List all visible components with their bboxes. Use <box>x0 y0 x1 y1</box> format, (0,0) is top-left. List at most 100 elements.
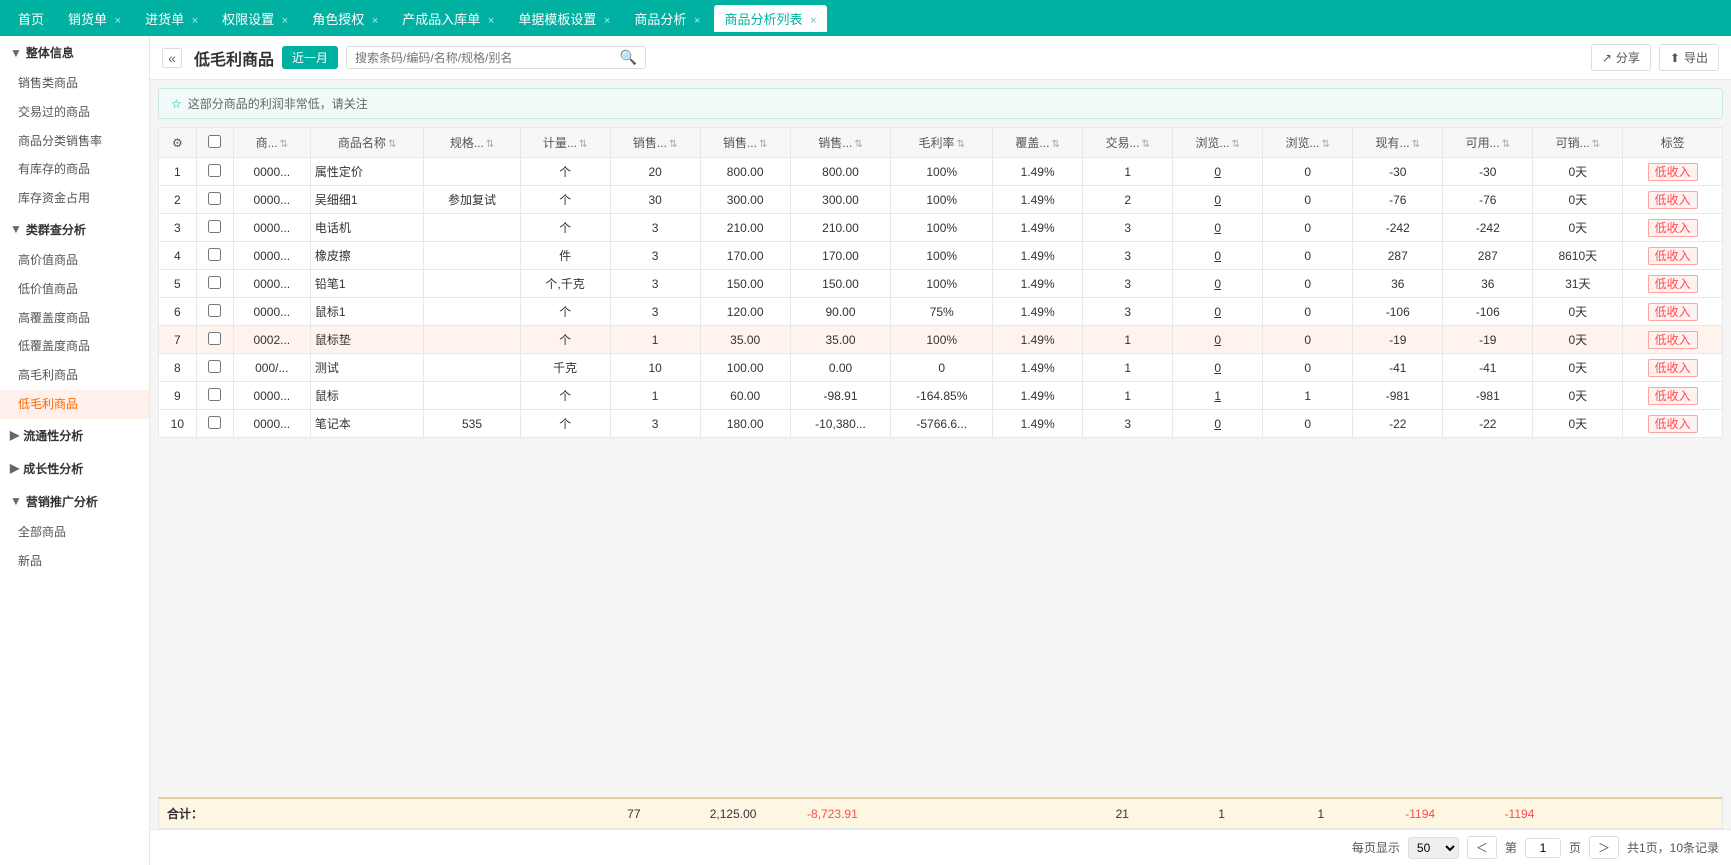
col-spec[interactable]: 规格...⇅ <box>424 128 520 158</box>
row-select-checkbox[interactable] <box>208 248 221 261</box>
nav-purchase-close[interactable]: × <box>192 15 198 27</box>
col-stock[interactable]: 现有...⇅ <box>1353 128 1443 158</box>
page-number-input[interactable] <box>1525 838 1561 858</box>
row-name[interactable]: 铅笔1 <box>310 270 424 298</box>
row-select-checkbox[interactable] <box>208 388 221 401</box>
date-filter-button[interactable]: 近一月 <box>282 46 338 69</box>
nav-products[interactable]: 产成品入库单 × <box>392 5 504 32</box>
table-wrapper[interactable]: ⚙ 商...⇅ 商品名称⇅ 规格...⇅ 计量...⇅ 销售...⇅ 销售...… <box>158 127 1723 797</box>
nav-sales[interactable]: 销货单 × <box>58 5 131 32</box>
sidebar-section-circulation[interactable]: ▶ 流通性分析 <box>0 419 149 452</box>
row-name[interactable]: 鼠标垫 <box>310 326 424 354</box>
sidebar-item-high-margin[interactable]: 高毛利商品 <box>0 361 149 390</box>
row-browse1[interactable]: 0 <box>1173 298 1263 326</box>
col-available[interactable]: 可用...⇅ <box>1443 128 1533 158</box>
row-select-checkbox[interactable] <box>208 332 221 345</box>
sidebar-section-marketing[interactable]: ▼ 营销推广分析 <box>0 485 149 518</box>
col-amount[interactable]: 销售...⇅ <box>790 128 891 158</box>
col-unit[interactable]: 计量...⇅ <box>520 128 610 158</box>
sidebar-item-stocked-products[interactable]: 有库存的商品 <box>0 155 149 184</box>
row-select-checkbox[interactable] <box>208 360 221 373</box>
sidebar-item-low-margin[interactable]: 低毛利商品 <box>0 390 149 419</box>
row-browse1[interactable]: 0 <box>1173 242 1263 270</box>
row-checkbox[interactable] <box>196 298 233 326</box>
search-input[interactable] <box>355 51 620 65</box>
sidebar-item-new-products[interactable]: 新品 <box>0 547 149 576</box>
col-qty[interactable]: 销售...⇅ <box>610 128 700 158</box>
col-name[interactable]: 商品名称⇅ <box>310 128 424 158</box>
nav-home[interactable]: 首页 <box>8 5 54 32</box>
share-button[interactable]: ↗ 分享 <box>1591 44 1651 71</box>
col-sellable[interactable]: 可销...⇅ <box>1533 128 1623 158</box>
row-checkbox[interactable] <box>196 354 233 382</box>
row-browse1[interactable]: 0 <box>1173 186 1263 214</box>
sidebar-item-low-coverage[interactable]: 低覆盖度商品 <box>0 332 149 361</box>
col-browse2[interactable]: 浏览...⇅ <box>1263 128 1353 158</box>
nav-permissions[interactable]: 权限设置 × <box>212 5 298 32</box>
row-checkbox[interactable] <box>196 410 233 438</box>
nav-analysis-close[interactable]: × <box>694 15 700 27</box>
col-cover-rate[interactable]: 覆盖...⇅ <box>993 128 1083 158</box>
nav-permissions-close[interactable]: × <box>282 15 288 27</box>
col-tx-count[interactable]: 交易...⇅ <box>1083 128 1173 158</box>
row-select-checkbox[interactable] <box>208 276 221 289</box>
col-price[interactable]: 销售...⇅ <box>700 128 790 158</box>
row-checkbox[interactable] <box>196 382 233 410</box>
row-name[interactable]: 电话机 <box>310 214 424 242</box>
row-browse1[interactable]: 0 <box>1173 270 1263 298</box>
gear-icon[interactable]: ⚙ <box>172 136 183 150</box>
row-name[interactable]: 吴细细1 <box>310 186 424 214</box>
row-name[interactable]: 测试 <box>310 354 424 382</box>
nav-analysis[interactable]: 商品分析 × <box>624 5 710 32</box>
row-select-checkbox[interactable] <box>208 304 221 317</box>
row-name[interactable]: 橡皮擦 <box>310 242 424 270</box>
sidebar-collapse-button[interactable]: « <box>162 48 182 68</box>
sidebar-item-traded-products[interactable]: 交易过的商品 <box>0 98 149 127</box>
row-checkbox[interactable] <box>196 214 233 242</box>
col-gross-rate[interactable]: 毛利率⇅ <box>891 128 993 158</box>
nav-template[interactable]: 单据模板设置 × <box>508 5 620 32</box>
row-browse1[interactable]: 0 <box>1173 326 1263 354</box>
nav-roles[interactable]: 角色授权 × <box>302 5 388 32</box>
row-name[interactable]: 属性定价 <box>310 158 424 186</box>
page-size-select[interactable]: 50 20 100 <box>1408 837 1459 859</box>
row-browse1[interactable]: 0 <box>1173 410 1263 438</box>
col-gear[interactable]: ⚙ <box>159 128 197 158</box>
row-checkbox[interactable] <box>196 158 233 186</box>
sidebar-item-capital[interactable]: 库存资金占用 <box>0 184 149 213</box>
row-select-checkbox[interactable] <box>208 192 221 205</box>
nav-products-close[interactable]: × <box>488 15 494 27</box>
row-select-checkbox[interactable] <box>208 164 221 177</box>
row-checkbox[interactable] <box>196 270 233 298</box>
sidebar-item-high-value[interactable]: 高价值商品 <box>0 246 149 275</box>
row-name[interactable]: 鼠标 <box>310 382 424 410</box>
search-icon[interactable]: 🔍 <box>620 49 637 66</box>
row-name[interactable]: 笔记本 <box>310 410 424 438</box>
sidebar-section-overview[interactable]: ▼ 整体信息 <box>0 36 149 69</box>
col-browse1[interactable]: 浏览...⇅ <box>1173 128 1263 158</box>
sidebar-section-growth[interactable]: ▶ 成长性分析 <box>0 452 149 485</box>
nav-purchase[interactable]: 进货单 × <box>135 5 208 32</box>
row-browse1[interactable]: 0 <box>1173 158 1263 186</box>
export-button[interactable]: ⬆ 导出 <box>1659 44 1719 71</box>
sidebar-item-sales-products[interactable]: 销售类商品 <box>0 69 149 98</box>
nav-analysis-list-close[interactable]: × <box>810 15 816 27</box>
nav-roles-close[interactable]: × <box>372 15 378 27</box>
sidebar-item-high-coverage[interactable]: 高覆盖度商品 <box>0 304 149 333</box>
nav-sales-close[interactable]: × <box>115 15 121 27</box>
select-all-checkbox[interactable] <box>208 135 221 148</box>
row-select-checkbox[interactable] <box>208 220 221 233</box>
row-checkbox[interactable] <box>196 326 233 354</box>
row-browse1[interactable]: 0 <box>1173 354 1263 382</box>
row-name[interactable]: 鼠标1 <box>310 298 424 326</box>
row-checkbox[interactable] <box>196 242 233 270</box>
next-page-button[interactable]: ＞ <box>1589 836 1619 859</box>
nav-template-close[interactable]: × <box>604 15 610 27</box>
sidebar-item-low-value[interactable]: 低价值商品 <box>0 275 149 304</box>
sidebar-item-all-products[interactable]: 全部商品 <box>0 518 149 547</box>
row-select-checkbox[interactable] <box>208 416 221 429</box>
row-browse1[interactable]: 1 <box>1173 382 1263 410</box>
row-checkbox[interactable] <box>196 186 233 214</box>
prev-page-button[interactable]: ＜ <box>1467 836 1497 859</box>
nav-analysis-list[interactable]: 商品分析列表 × <box>714 5 826 32</box>
